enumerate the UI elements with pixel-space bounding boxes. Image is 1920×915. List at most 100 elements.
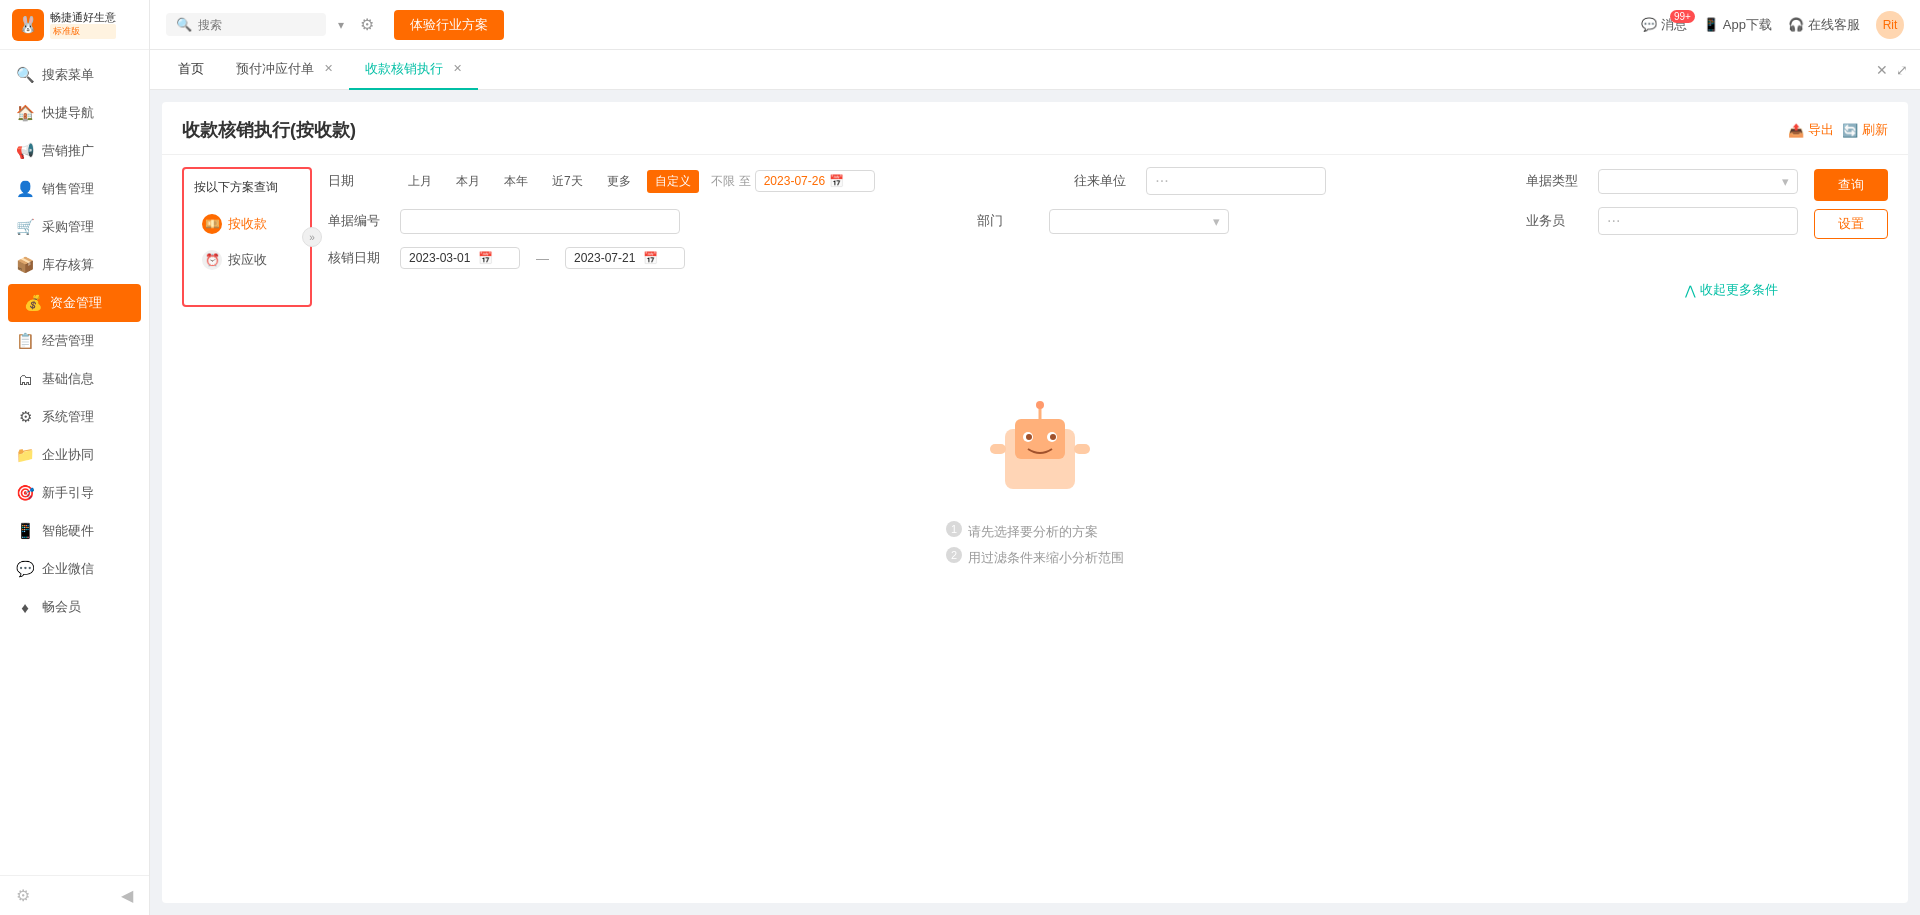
sidebar-item-经营管理[interactable]: 📋经营管理: [0, 322, 149, 360]
filter-option-receivable-label: 按应收: [228, 251, 267, 269]
date-value-input[interactable]: 2023-07-26 📅: [755, 170, 875, 192]
sidebar-item-采购管理[interactable]: 🛒采购管理: [0, 208, 149, 246]
sidebar-item-icon-13: 💬: [16, 560, 34, 578]
date-7days-btn[interactable]: 近7天: [544, 170, 591, 193]
tab-home[interactable]: 首页: [162, 50, 220, 90]
date-this-month-btn[interactable]: 本月: [448, 170, 488, 193]
date-value: 2023-07-26: [764, 174, 825, 188]
receivable-icon: ⏰: [202, 250, 222, 270]
staff-dots: ···: [1607, 212, 1620, 230]
sidebar-item-基础信息[interactable]: 🗂基础信息: [0, 360, 149, 398]
app-name: 畅捷通好生意: [50, 10, 116, 24]
message-button[interactable]: 💬 消息 99+: [1641, 16, 1687, 34]
sidebar-item-新手引导[interactable]: 🎯新手引导: [0, 474, 149, 512]
reconcile-start-calendar-icon[interactable]: 📅: [478, 251, 493, 265]
partner-select[interactable]: ···: [1146, 167, 1326, 195]
sidebar-item-label-1: 快捷导航: [42, 104, 94, 122]
user-name: Rit: [1883, 18, 1898, 32]
tabbar: 首页 预付冲应付单 ✕ 收款核销执行 ✕ ✕ ⤢: [150, 50, 1920, 90]
export-button[interactable]: 📤 导出: [1788, 121, 1834, 139]
staff-select[interactable]: ···: [1598, 207, 1798, 235]
industry-btn[interactable]: 体验行业方案: [394, 10, 504, 40]
sidebar-item-icon-12: 📱: [16, 522, 34, 540]
tab-home-label: 首页: [178, 60, 204, 78]
topbar: 🔍 ▾ ⚙ 体验行业方案 💬 消息 99+ 📱 App下载 🎧 在线客服 Rit: [150, 0, 1920, 50]
filter-method-panel: 按以下方案查询 💴 按收款 ⏰ 按应收 »: [182, 167, 312, 307]
sidebar-item-icon-2: 📢: [16, 142, 34, 160]
svg-point-4: [1026, 434, 1032, 440]
tab-close-all-icon[interactable]: ✕: [1876, 62, 1888, 78]
staff-label: 业务员: [1526, 212, 1586, 230]
dept-select[interactable]: ▾: [1049, 209, 1229, 234]
sidebar-item-快捷导航[interactable]: 🏠快捷导航: [0, 94, 149, 132]
collapse-sidebar-icon[interactable]: ◀: [121, 886, 133, 905]
collapse-filter-icon[interactable]: »: [302, 227, 322, 247]
search-box[interactable]: 🔍: [166, 13, 326, 36]
date-last-month-btn[interactable]: 上月: [400, 170, 440, 193]
date-this-year-btn[interactable]: 本年: [496, 170, 536, 193]
topbar-right: 💬 消息 99+ 📱 App下载 🎧 在线客服 Rit: [1641, 11, 1904, 39]
sidebar-item-库存核算[interactable]: 📦库存核算: [0, 246, 149, 284]
filter-option-by-receipt[interactable]: 💴 按收款: [194, 208, 300, 240]
sidebar-item-label-10: 企业协同: [42, 446, 94, 464]
empty-text: 1 请先选择要分析的方案 2 用过滤条件来缩小分析范围: [946, 519, 1124, 571]
sidebar-item-label-6: 资金管理: [50, 294, 102, 312]
date-buttons: 上月 本月 本年 近7天 更多 自定义: [400, 170, 699, 193]
sidebar-item-label-11: 新手引导: [42, 484, 94, 502]
sidebar-item-搜索菜单[interactable]: 🔍搜索菜单: [0, 56, 149, 94]
setting-button[interactable]: 设置: [1814, 209, 1888, 239]
tab-expand-icon[interactable]: ⤢: [1896, 62, 1908, 78]
date-more-btn[interactable]: 更多: [599, 170, 639, 193]
collapse-more-button[interactable]: ⋀ 收起更多条件: [1685, 281, 1778, 299]
calendar-icon[interactable]: 📅: [829, 174, 844, 188]
user-avatar[interactable]: Rit: [1876, 11, 1904, 39]
query-button[interactable]: 查询: [1814, 169, 1888, 201]
sidebar-item-企业协同[interactable]: 📁 企业协同: [0, 436, 149, 474]
sidebar-item-企业微信[interactable]: 💬企业微信: [0, 550, 149, 588]
tab-prepay-close-icon[interactable]: ✕: [324, 62, 333, 75]
app-download-button[interactable]: 📱 App下载: [1703, 16, 1772, 34]
sidebar-item-营销推广[interactable]: 📢营销推广: [0, 132, 149, 170]
filter-row-2: 单据编号 部门 ▾ 业务员 ···: [328, 207, 1798, 235]
sidebar-item-label-3: 销售管理: [42, 180, 94, 198]
tab-receivable[interactable]: 收款核销执行 ✕: [349, 50, 478, 90]
tab-prepay-label: 预付冲应付单: [236, 60, 314, 78]
online-service-button[interactable]: 🎧 在线客服: [1788, 16, 1860, 34]
collapse-more-label: 收起更多条件: [1700, 281, 1778, 299]
bill-no-input[interactable]: [400, 209, 680, 234]
sidebar-item-label-14: 畅会员: [42, 598, 81, 616]
sidebar-item-销售管理[interactable]: 👤销售管理: [0, 170, 149, 208]
reconcile-start-input[interactable]: 2023-03-01 📅: [400, 247, 520, 269]
headset-icon: 🎧: [1788, 17, 1804, 32]
filter-option-by-receivable[interactable]: ⏰ 按应收: [194, 244, 300, 276]
tab-prepay[interactable]: 预付冲应付单 ✕: [220, 50, 349, 90]
tab-receivable-label: 收款核销执行: [365, 60, 443, 78]
settings-icon[interactable]: ⚙: [16, 886, 30, 905]
export-label: 导出: [1808, 121, 1834, 139]
topbar-chevron-icon[interactable]: ▾: [338, 18, 344, 32]
search-input[interactable]: [198, 18, 308, 32]
sidebar-item-智能硬件[interactable]: 📱智能硬件: [0, 512, 149, 550]
date-custom-btn[interactable]: 自定义: [647, 170, 699, 193]
header-actions: 📤 导出 🔄 刷新: [1788, 121, 1888, 139]
reconcile-end-calendar-icon[interactable]: 📅: [643, 251, 658, 265]
sidebar-item-icon-10: 📁: [16, 446, 34, 464]
app-download-label: App下载: [1723, 16, 1772, 34]
dept-label: 部门: [977, 212, 1037, 230]
reconcile-date-separator: —: [536, 251, 549, 266]
filter-panel: 按以下方案查询 💴 按收款 ⏰ 按应收 » 日期: [162, 155, 1908, 319]
sidebar-item-icon-4: 🛒: [16, 218, 34, 236]
svg-point-5: [1050, 434, 1056, 440]
reconcile-end-input[interactable]: 2023-07-21 📅: [565, 247, 685, 269]
sidebar-item-系统管理[interactable]: ⚙系统管理: [0, 398, 149, 436]
sidebar-footer: ⚙ ◀: [0, 875, 149, 915]
date-label: 日期: [328, 172, 388, 190]
sidebar-item-畅会员[interactable]: ♦畅会员: [0, 588, 149, 626]
sidebar-item-资金管理[interactable]: 💰资金管理: [8, 284, 141, 322]
logo-icon: 🐰: [12, 9, 44, 41]
topbar-gear-icon[interactable]: ⚙: [360, 15, 374, 34]
tab-receivable-close-icon[interactable]: ✕: [453, 62, 462, 75]
sidebar-item-label-7: 经营管理: [42, 332, 94, 350]
bill-type-select[interactable]: ▾: [1598, 169, 1798, 194]
refresh-button[interactable]: 🔄 刷新: [1842, 121, 1888, 139]
